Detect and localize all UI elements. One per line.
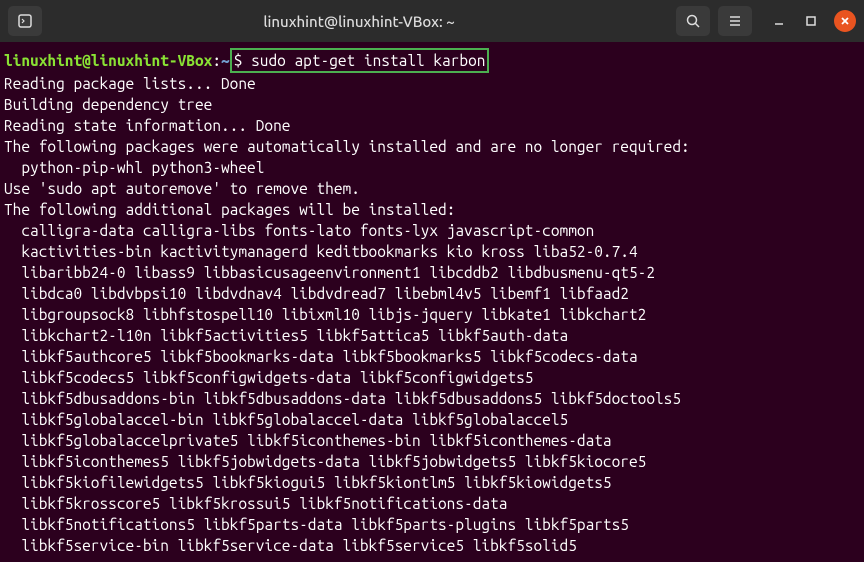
search-button[interactable]: [676, 6, 710, 36]
terminal-icon: [17, 13, 33, 29]
minimize-button[interactable]: [770, 12, 788, 30]
prompt-colon: :: [212, 52, 221, 69]
window-title: linuxhint@linuxhint-VBox: ~: [263, 13, 454, 30]
output-line: calligra-data calligra-libs fonts-lato f…: [4, 220, 860, 241]
output-line: Reading package lists... Done: [4, 73, 860, 94]
prompt-user-host: linuxhint@linuxhint-VBox: [4, 52, 212, 69]
output-line: libkf5service-bin libkf5service-data lib…: [4, 535, 860, 556]
output-line: libkf5krosscore5 libkf5krossui5 libkf5no…: [4, 493, 860, 514]
output-line: libkchart2-l10n libkf5activities5 libkf5…: [4, 325, 860, 346]
titlebar-left: [8, 6, 42, 36]
titlebar-right: [676, 6, 856, 36]
minimize-icon: [773, 15, 785, 27]
output-line: libkf5notifications5 libkf5parts-data li…: [4, 514, 860, 535]
maximize-button[interactable]: [802, 12, 820, 30]
command-highlight: $ sudo apt-get install karbon: [230, 48, 490, 73]
output-line: libkf5authcore5 libkf5bookmarks-data lib…: [4, 346, 860, 367]
output-line: libkf5dbusaddons-bin libkf5dbusaddons-da…: [4, 388, 860, 409]
output-line: libaribb24-0 libass9 libbasicusageenviro…: [4, 262, 860, 283]
output-line: Building dependency tree: [4, 94, 860, 115]
new-tab-button[interactable]: [8, 6, 42, 36]
output-line: kactivities-bin kactivitymanagerd keditb…: [4, 241, 860, 262]
output-line: libdca0 libdvbpsi10 libdvdnav4 libdvdrea…: [4, 283, 860, 304]
command-text: sudo apt-get install karbon: [251, 52, 485, 69]
output-line: python-pip-whl python3-wheel: [4, 157, 860, 178]
output-line: libkf5codecs5 libkf5configwidgets-data l…: [4, 367, 860, 388]
output-line: Reading state information... Done: [4, 115, 860, 136]
titlebar-center: linuxhint@linuxhint-VBox: ~: [50, 13, 668, 30]
output-line: The following packages were automaticall…: [4, 136, 860, 157]
prompt-path: ~: [221, 52, 230, 69]
output-line: libgroupsock8 libhfstospell10 libixml10 …: [4, 304, 860, 325]
menu-button[interactable]: [718, 6, 752, 36]
close-icon: [840, 16, 850, 26]
search-icon: [685, 13, 701, 29]
output-line: libkf5iconthemes5 libkf5jobwidgets-data …: [4, 451, 860, 472]
terminal-content[interactable]: linuxhint@linuxhint-VBox:~$ sudo apt-get…: [0, 42, 864, 562]
terminal-output: Reading package lists... DoneBuilding de…: [4, 73, 860, 556]
output-line: libkf5globalaccelprivate5 libkf5iconthem…: [4, 430, 860, 451]
output-line: libkf5globalaccel-bin libkf5globalaccel-…: [4, 409, 860, 430]
output-line: The following additional packages will b…: [4, 199, 860, 220]
hamburger-icon: [727, 13, 743, 29]
window-controls: [770, 10, 856, 32]
titlebar: linuxhint@linuxhint-VBox: ~: [0, 0, 864, 42]
prompt-dollar: $: [234, 52, 243, 69]
close-button[interactable]: [834, 10, 856, 32]
output-line: Use 'sudo apt autoremove' to remove them…: [4, 178, 860, 199]
output-line: libkf5kiofilewidgets5 libkf5kiogui5 libk…: [4, 472, 860, 493]
maximize-icon: [805, 15, 817, 27]
